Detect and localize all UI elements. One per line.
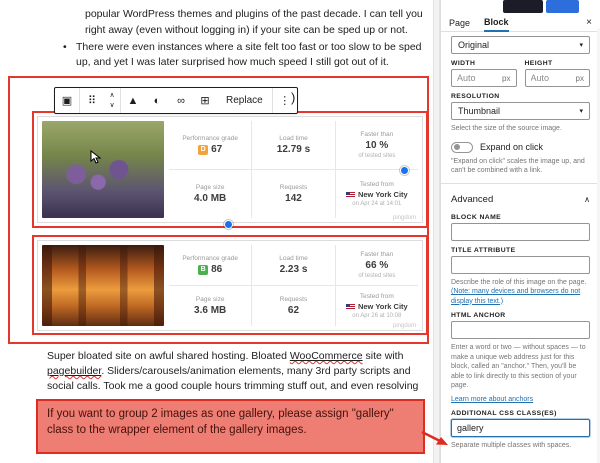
tab-page[interactable]: Page (449, 15, 470, 31)
woocommerce-link[interactable]: WooCommerce (290, 350, 363, 362)
title-attribute-input[interactable] (457, 260, 584, 270)
advanced-section-header[interactable]: Advanced ∧ (451, 191, 590, 208)
html-anchor-field-box (451, 321, 590, 339)
width-label: WIDTH (451, 60, 517, 67)
expand-on-click-label: Expand on click (480, 142, 543, 152)
annotation-rectangle-2 (32, 235, 428, 335)
expand-on-click-toggle[interactable] (451, 142, 473, 153)
image-block-icon[interactable]: ▣ (55, 88, 79, 113)
settings-toggle-button[interactable] (546, 0, 579, 13)
paragraph-fragment: ) (291, 90, 295, 105)
block-settings-panel: Original ▾ WIDTH px HEIGHT px RESOLUTION (441, 32, 600, 462)
expand-on-click-row: Expand on click (451, 142, 590, 153)
learn-more-anchors-link[interactable]: Learn more about anchors (451, 396, 533, 403)
settings-sidebar: Page Block × Original ▾ WIDTH px HEIGHT … (440, 0, 600, 463)
expand-on-click-help: "Expand on click" scales the image up, a… (451, 157, 590, 176)
paragraph-text: . Sliders/carousels/animation elements, … (47, 365, 418, 392)
resolution-select[interactable]: Thumbnail ▾ (451, 102, 590, 120)
replace-button[interactable]: Replace (217, 88, 272, 113)
resolution-help: Select the size of the source image. (451, 124, 590, 134)
resolution-value: Thumbnail (458, 106, 500, 116)
chevron-down-icon: ▾ (579, 41, 583, 49)
list-item[interactable]: • There were even instances where a site… (63, 40, 427, 70)
title-attribute-help: Describe the role of this image on the p… (451, 278, 590, 307)
pagebuilder-link-text: pagebuilder (47, 365, 101, 377)
move-up-icon[interactable]: ∧ (104, 91, 120, 101)
move-down-icon[interactable]: ∨ (104, 101, 120, 111)
editor-topbar (441, 0, 600, 14)
editor-scrollbar[interactable] (433, 0, 440, 463)
paragraph-block[interactable]: Super bloated site on awful shared hosti… (47, 349, 425, 394)
move-buttons: ∧ ∨ (104, 88, 120, 113)
width-field-box: px (451, 69, 517, 87)
block-name-field-box (451, 223, 590, 241)
link-icon[interactable]: ∞ (169, 88, 193, 113)
editor-canvas: popular WordPress themes and plugins of … (0, 0, 433, 463)
html-anchor-help: Enter a word or two — without spaces — t… (451, 343, 590, 391)
pagebuilder-link[interactable]: pagebuilder (47, 365, 101, 377)
tab-block[interactable]: Block (484, 14, 509, 32)
chevron-up-icon: ∧ (584, 195, 590, 204)
crop-icon[interactable]: ⊞ (193, 88, 217, 113)
advanced-label: Advanced (451, 194, 493, 205)
px-suffix: px (502, 74, 510, 83)
image-size-select[interactable]: Original ▾ (451, 36, 590, 54)
height-field-box: px (525, 69, 591, 87)
additional-css-input[interactable] (457, 423, 584, 433)
paragraph-block[interactable]: popular WordPress themes and plugins of … (85, 6, 430, 38)
height-label: HEIGHT (525, 60, 591, 67)
image-size-value: Original (458, 40, 489, 50)
additional-css-help: Separate multiple classes with spaces. (451, 441, 590, 451)
px-suffix: px (576, 74, 584, 83)
resize-handle-right[interactable] (400, 166, 409, 175)
duotone-icon[interactable]: ◐ (145, 88, 169, 113)
title-attribute-help-text: Describe the role of this image on the p… (451, 279, 586, 286)
bullet: • (63, 40, 76, 70)
woocommerce-link-text: WooCommerce (290, 350, 363, 362)
paragraph-text: Super bloated site on awful shared hosti… (47, 350, 290, 362)
red-arrow (421, 428, 451, 455)
block-name-label: BLOCK NAME (451, 214, 590, 221)
title-attribute-note-link[interactable]: (Note: many devices and browsers do not … (451, 288, 580, 305)
gallery-instruction-note: If you want to group 2 images as one gal… (36, 399, 425, 454)
block-name-input[interactable] (457, 227, 584, 237)
additional-css-label: ADDITIONAL CSS CLASS(ES) (451, 410, 590, 417)
mouse-cursor (90, 150, 102, 169)
list-item-text: There were even instances where a site f… (76, 40, 427, 70)
align-icon[interactable]: ▲ (121, 88, 145, 113)
drag-handle-icon[interactable]: ⠿ (80, 88, 104, 113)
height-input[interactable] (531, 73, 573, 83)
divider (441, 183, 600, 184)
width-input[interactable] (457, 73, 499, 83)
title-attribute-label: TITLE ATTRIBUTE (451, 247, 590, 254)
title-attribute-field-box (451, 256, 590, 274)
resolution-label: RESOLUTION (451, 93, 590, 100)
html-anchor-input[interactable] (457, 325, 584, 335)
sidebar-tabs: Page Block × (441, 14, 600, 32)
close-icon[interactable]: × (586, 17, 592, 28)
block-toolbar: ▣ ⠿ ∧ ∨ ▲ ◐ ∞ ⊞ Replace ⋮ (54, 87, 298, 114)
paragraph-text: site with (363, 350, 404, 362)
update-button[interactable] (503, 0, 543, 13)
additional-css-field-box (451, 419, 590, 437)
resize-handle-bottom[interactable] (224, 220, 233, 229)
chevron-down-icon: ▾ (579, 107, 583, 115)
annotation-rectangle-1 (32, 111, 428, 228)
html-anchor-label: HTML ANCHOR (451, 312, 590, 319)
